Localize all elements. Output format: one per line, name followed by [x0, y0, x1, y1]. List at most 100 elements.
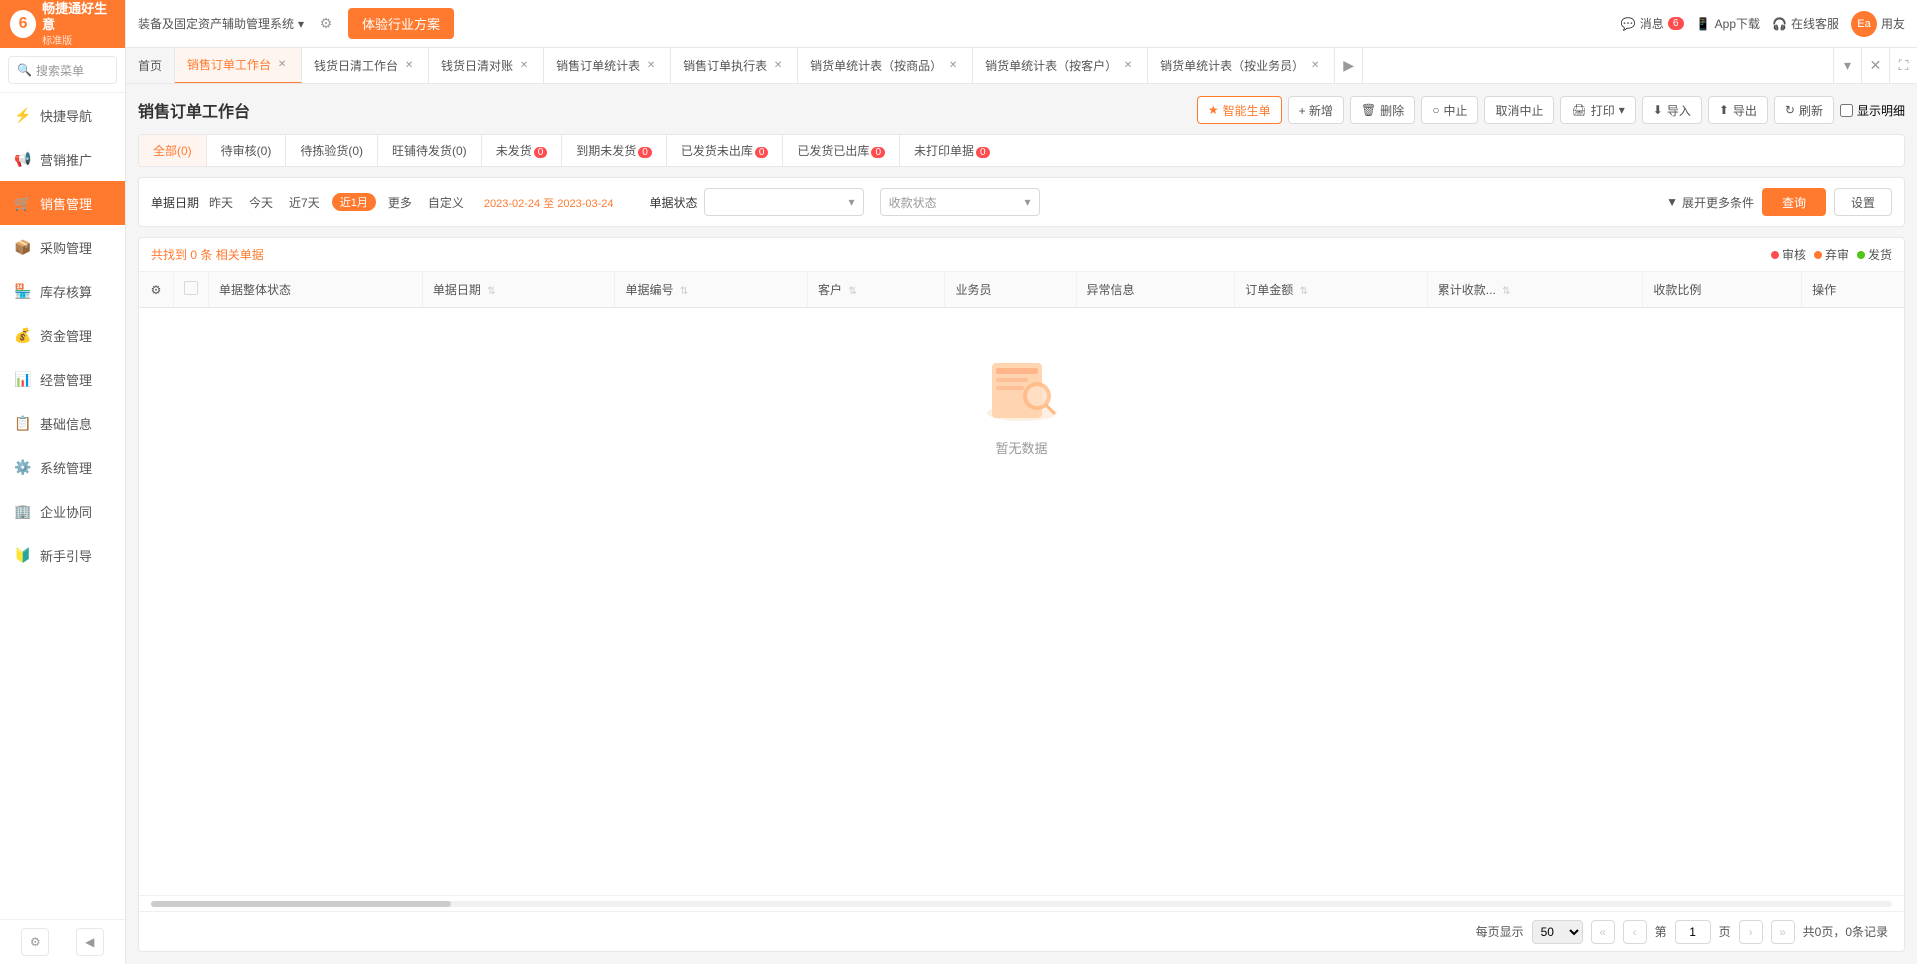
show-detail-checkbox[interactable]	[1840, 104, 1853, 117]
guide-icon: 🔰	[14, 546, 32, 564]
sidebar-item-label: 库存核算	[40, 282, 92, 301]
date-option-today[interactable]: 今天	[245, 192, 277, 213]
th-number[interactable]: 单据编号 ⇅	[615, 272, 808, 308]
app-download-button[interactable]: 📱 App下载	[1696, 15, 1760, 32]
query-button[interactable]: 查询	[1762, 188, 1826, 216]
export-button[interactable]: ⬆ 导出	[1708, 96, 1768, 124]
select-all-checkbox[interactable]	[184, 281, 198, 295]
topbar-settings-button[interactable]: ⚙	[312, 10, 340, 38]
filter-tab-not-printed[interactable]: 未打印单据0	[900, 135, 1004, 166]
payment-select[interactable]: 收款状态 ▾	[880, 188, 1040, 216]
tab-cash-daily[interactable]: 钱货日清工作台 ✕	[302, 48, 429, 84]
smart-create-button[interactable]: ★ 智能生单	[1197, 96, 1282, 124]
filter-tab-shipped-out[interactable]: 已发货已出库0	[783, 135, 900, 166]
date-option-more[interactable]: 更多	[384, 192, 416, 213]
filter-tab-not-shipped[interactable]: 未发货0	[482, 135, 563, 166]
sidebar-item-system[interactable]: ⚙️ 系统管理	[0, 445, 125, 489]
tab-action-expand[interactable]: ▾	[1833, 48, 1861, 84]
prev-page-button[interactable]: ‹	[1623, 920, 1647, 944]
sidebar-item-purchase[interactable]: 📦 采购管理	[0, 225, 125, 269]
sidebar-item-inventory[interactable]: 🏪 库存核算	[0, 269, 125, 313]
tab-action-fullscreen[interactable]: ⛶	[1889, 48, 1917, 84]
system-title: 装备及固定资产辅助管理系统	[138, 15, 294, 32]
expand-filter-button[interactable]: ▼ 展开更多条件	[1666, 194, 1754, 211]
tab-sales-exec-close[interactable]: ✕	[771, 59, 785, 73]
date-option-yesterday[interactable]: 昨天	[205, 192, 237, 213]
online-service-button[interactable]: 🎧 在线客服	[1772, 15, 1839, 32]
column-settings-icon[interactable]: ⚙	[149, 283, 163, 297]
print-button[interactable]: 🖨 打印 ▾	[1560, 96, 1635, 124]
date-option-custom[interactable]: 自定义	[424, 192, 468, 213]
next-page-button[interactable]: ›	[1739, 920, 1763, 944]
filter-tab-wangpu-ship[interactable]: 旺铺待发货(0)	[378, 135, 482, 166]
sidebar-item-operations[interactable]: 📊 经营管理	[0, 357, 125, 401]
first-page-button[interactable]: «	[1591, 920, 1615, 944]
tab-sales-exec[interactable]: 销售订单执行表 ✕	[671, 48, 798, 84]
tab-sales-workbench-close[interactable]: ✕	[275, 58, 289, 72]
sidebar-item-quick-nav[interactable]: ⚡ 快捷导航	[0, 93, 125, 137]
industry-solution-button[interactable]: 体验行业方案	[348, 8, 454, 39]
ship-action[interactable]: 发货	[1857, 246, 1892, 263]
sidebar-item-marketing[interactable]: 📢 营销推广	[0, 137, 125, 181]
th-collected[interactable]: 累计收款... ⇅	[1427, 272, 1643, 308]
message-button[interactable]: 💬 消息 6	[1621, 15, 1684, 32]
sidebar-item-enterprise[interactable]: 🏢 企业协同	[0, 489, 125, 533]
operations-icon: 📊	[14, 370, 32, 388]
refresh-button[interactable]: ↻ 刷新	[1774, 96, 1834, 124]
date-option-1month[interactable]: 近1月	[332, 193, 376, 211]
tab-cash-reconcile-close[interactable]: ✕	[517, 59, 531, 73]
th-date[interactable]: 单据日期 ⇅	[422, 272, 615, 308]
tab-sales-summary-customer[interactable]: 销货单统计表（按客户） ✕	[973, 48, 1148, 84]
search-menu-button[interactable]: 🔍 搜索菜单	[8, 56, 117, 84]
import-button[interactable]: ⬇ 导入	[1642, 96, 1702, 124]
sidebar-item-finance[interactable]: 💰 资金管理	[0, 313, 125, 357]
system-title-dropdown[interactable]: 装备及固定资产辅助管理系统 ▾	[138, 15, 304, 32]
filter-tab-pending-inspect[interactable]: 待拣验货(0)	[286, 135, 378, 166]
th-customer[interactable]: 客户 ⇅	[808, 272, 945, 308]
status-select[interactable]: ▾	[704, 188, 864, 216]
tab-sales-summary-staff-close[interactable]: ✕	[1308, 59, 1322, 73]
tab-sales-stats-close[interactable]: ✕	[644, 59, 658, 73]
scrollbar-thumb[interactable]	[151, 901, 451, 907]
table-wrapper: 共找到 0 条 相关单据 审核 弃审 发货	[138, 237, 1905, 952]
tab-sales-summary-product-close[interactable]: ✕	[946, 59, 960, 73]
cancel-suspend-button[interactable]: 取消中止	[1484, 96, 1554, 124]
suspend-button[interactable]: ○ 中止	[1421, 96, 1478, 124]
filter-tab-pending[interactable]: 待审核(0)	[207, 135, 287, 166]
set-button[interactable]: 设置	[1834, 188, 1892, 216]
empty-icon	[972, 348, 1072, 428]
tab-sales-summary-customer-close[interactable]: ✕	[1121, 59, 1135, 73]
sidebar-item-sales[interactable]: 🛒 销售管理	[0, 181, 125, 225]
sidebar-item-label: 快捷导航	[40, 106, 92, 125]
page-size-select[interactable]: 50 10 20 100	[1532, 920, 1583, 944]
date-option-7days[interactable]: 近7天	[285, 192, 324, 213]
collapse-button[interactable]: ◀	[76, 928, 104, 956]
audit-action[interactable]: 审核	[1771, 246, 1806, 263]
tab-sales-summary-staff[interactable]: 销货单统计表（按业务员） ✕	[1148, 48, 1335, 84]
tab-action-close[interactable]: ✕	[1861, 48, 1889, 84]
filter-tab-shipped-not-out[interactable]: 已发货未出库0	[667, 135, 784, 166]
sidebar-item-guide[interactable]: 🔰 新手引导	[0, 533, 125, 577]
tab-sales-stats[interactable]: 销售订单统计表 ✕	[544, 48, 671, 84]
user-menu[interactable]: Ea 用友	[1851, 11, 1905, 37]
tab-cash-daily-close[interactable]: ✕	[402, 59, 416, 73]
page-number-input[interactable]	[1675, 920, 1711, 944]
app-name: 畅捷通好生意	[42, 1, 115, 32]
settings-button[interactable]: ⚙	[21, 928, 49, 956]
tab-home[interactable]: 首页	[126, 48, 175, 84]
show-detail-checkbox-label[interactable]: 显示明细	[1840, 102, 1905, 119]
th-amount[interactable]: 订单金额 ⇅	[1235, 272, 1428, 308]
last-page-button[interactable]: »	[1771, 920, 1795, 944]
tab-sales-summary-product[interactable]: 销货单统计表（按商品） ✕	[798, 48, 973, 84]
sidebar-item-basic[interactable]: 📋 基础信息	[0, 401, 125, 445]
filter-tab-expired[interactable]: 到期未发货0	[562, 135, 667, 166]
tab-sales-workbench[interactable]: 销售订单工作台 ✕	[175, 48, 302, 84]
filter-tab-all[interactable]: 全部(0)	[139, 135, 207, 166]
cancel-audit-action[interactable]: 弃审	[1814, 246, 1849, 263]
delete-button[interactable]: 🗑 删除	[1350, 96, 1415, 124]
tab-scroll-right[interactable]: ▶	[1335, 48, 1363, 84]
table-scroll-container[interactable]: ⚙ 单据整体状态 单据日期 ⇅	[139, 272, 1904, 895]
tab-cash-reconcile[interactable]: 钱货日清对账 ✕	[429, 48, 544, 84]
horizontal-scrollbar[interactable]	[139, 895, 1904, 911]
new-button[interactable]: + 新增	[1288, 96, 1344, 124]
